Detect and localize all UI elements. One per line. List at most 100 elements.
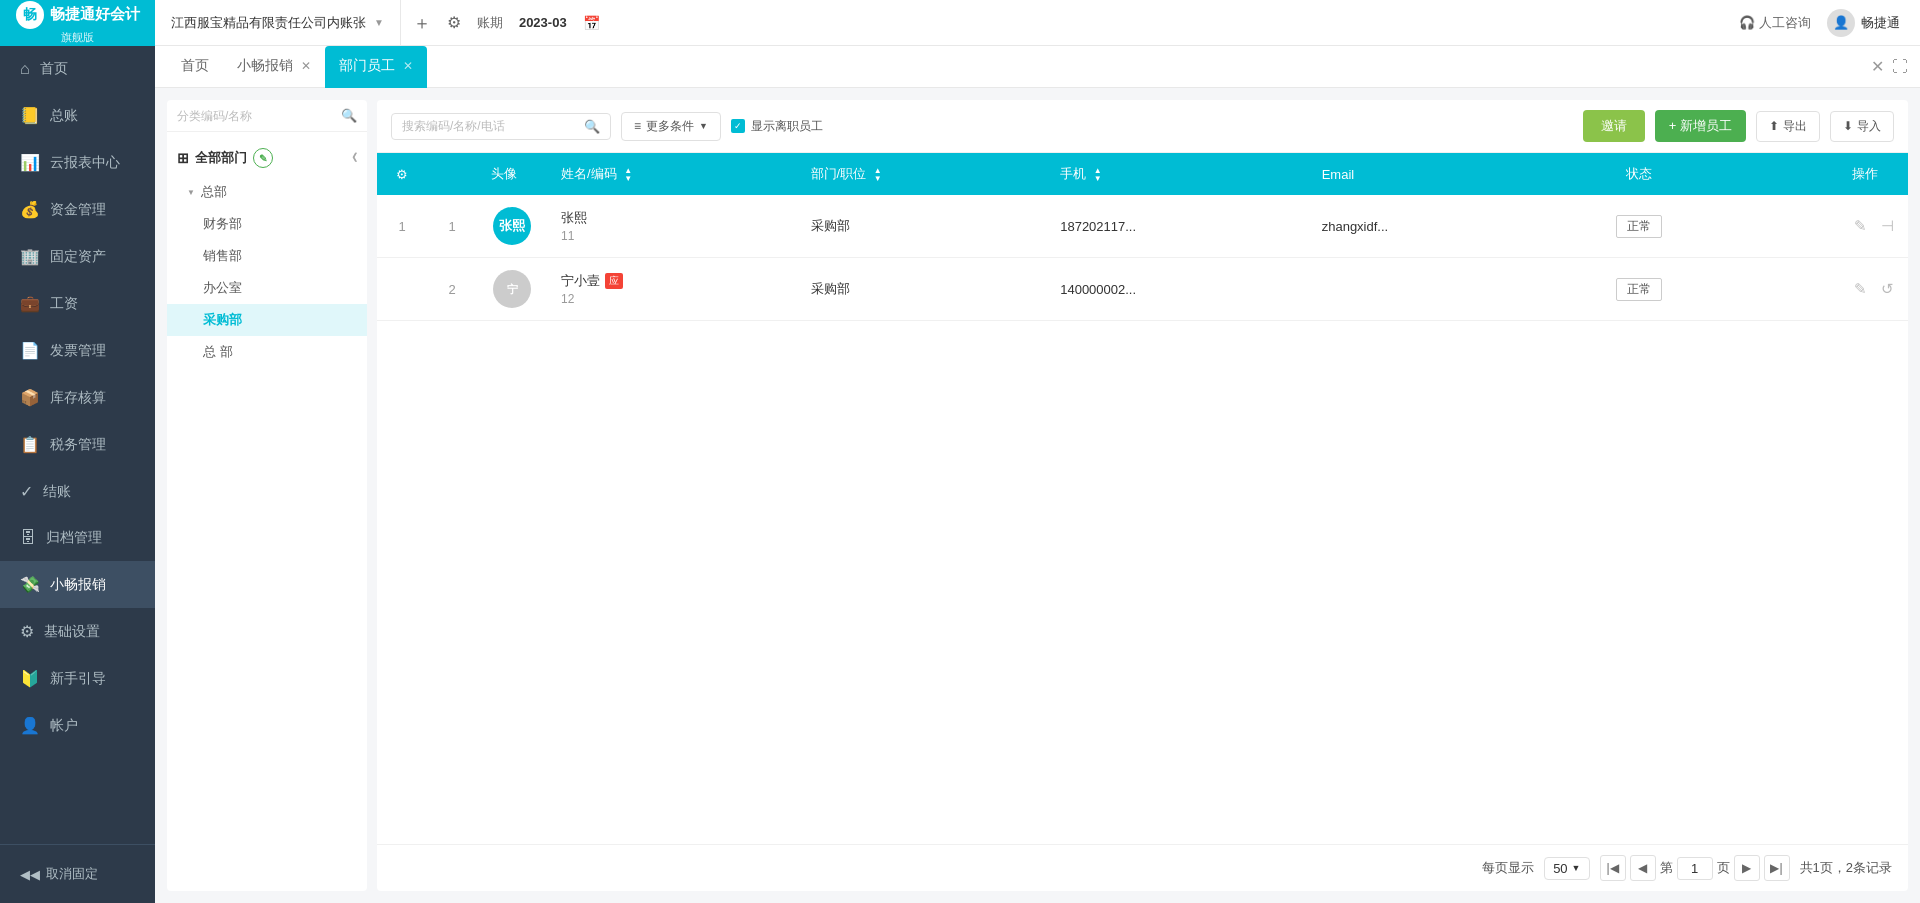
period-label: 账期 xyxy=(477,14,503,32)
sidebar-item-guide[interactable]: 🔰 新手引导 xyxy=(0,655,155,702)
expand-window-button[interactable]: ⛶ xyxy=(1892,58,1908,76)
th-phone[interactable]: 手机 ▲▼ xyxy=(1046,153,1308,195)
page-size-select[interactable]: 50 ▼ xyxy=(1544,857,1589,880)
th-name[interactable]: 姓名/编码 ▲▼ xyxy=(547,153,797,195)
page-label-before: 第 xyxy=(1660,859,1673,877)
last-page-button[interactable]: ▶| xyxy=(1764,855,1790,881)
sidebar-item-invoice[interactable]: 📄 发票管理 xyxy=(0,327,155,374)
row1-edit-icon[interactable]: ✎ xyxy=(1854,217,1867,235)
payroll-icon: 💼 xyxy=(20,294,40,313)
user-area[interactable]: 👤 畅捷通 xyxy=(1827,9,1900,37)
table-row: 1 1 张熙 张熙 11 xyxy=(377,195,1908,258)
tab-expense-close[interactable]: ✕ xyxy=(301,59,311,73)
page-size-label: 每页显示 xyxy=(1482,859,1534,877)
dept-root-label: 全部部门 xyxy=(195,149,247,167)
inventory-icon: 📦 xyxy=(20,388,40,407)
unpin-label: 取消固定 xyxy=(46,865,98,883)
sidebar-item-home[interactable]: ⌂ 首页 xyxy=(0,46,155,92)
import-button[interactable]: ⬇ 导入 xyxy=(1830,111,1894,142)
dept-child-finance-label: 财务部 xyxy=(203,215,242,233)
tab-dept-close[interactable]: ✕ xyxy=(403,59,413,73)
sidebar-label-inventory: 库存核算 xyxy=(50,389,106,407)
dept-search-input[interactable] xyxy=(177,109,335,123)
th-dept[interactable]: 部门/职位 ▲▼ xyxy=(797,153,1047,195)
prev-page-button[interactable]: ◀ xyxy=(1630,855,1656,881)
add-tab-button[interactable]: ＋ xyxy=(413,11,431,35)
service-button[interactable]: 🎧 人工咨询 xyxy=(1739,14,1811,32)
more-filter-button[interactable]: ≡ 更多条件 ▼ xyxy=(621,112,721,141)
sidebar-item-ledger[interactable]: 📒 总账 xyxy=(0,92,155,139)
close-window-button[interactable]: ✕ xyxy=(1871,57,1884,76)
next-page-button[interactable]: ▶ xyxy=(1734,855,1760,881)
logo-icon: 畅 xyxy=(16,1,44,29)
header-right: 🎧 人工咨询 👤 畅捷通 xyxy=(1739,9,1920,37)
capital-icon: 💰 xyxy=(20,200,40,219)
row2-tag: 应 xyxy=(605,273,623,289)
row2-index: 2 xyxy=(427,258,477,321)
resigned-checkbox[interactable]: ✓ xyxy=(731,119,745,133)
company-selector[interactable]: 江西服宝精品有限责任公司内账张 ▼ xyxy=(155,0,401,45)
row1-code: 11 xyxy=(561,229,783,243)
avatar-zhang: 张熙 xyxy=(493,207,531,245)
page-input[interactable] xyxy=(1677,857,1713,880)
export-button[interactable]: ⬆ 导出 xyxy=(1756,111,1820,142)
dept-child-office[interactable]: 办公室 xyxy=(167,272,367,304)
ledger-icon: 📒 xyxy=(20,106,40,125)
invite-button[interactable]: 邀请 xyxy=(1583,110,1645,142)
dept-edit-icon[interactable]: ✎ xyxy=(253,148,273,168)
dept-child-finance[interactable]: 财务部 xyxy=(167,208,367,240)
row1-phone: 187202117... xyxy=(1046,195,1308,258)
sidebar-item-tax[interactable]: 📋 税务管理 xyxy=(0,421,155,468)
invoice-icon: 📄 xyxy=(20,341,40,360)
row2-status-badge: 正常 xyxy=(1616,278,1662,301)
sidebar-item-inventory[interactable]: 📦 库存核算 xyxy=(0,374,155,421)
sidebar-label-xiao: 小畅报销 xyxy=(50,576,106,594)
dept-child-purchase-label: 采购部 xyxy=(203,311,242,329)
first-page-button[interactable]: |◀ xyxy=(1600,855,1626,881)
dept-child-sales-label: 销售部 xyxy=(203,247,242,265)
show-resigned-toggle[interactable]: ✓ 显示离职员工 xyxy=(731,118,823,135)
main-layout: ⌂ 首页 📒 总账 📊 云报表中心 💰 资金管理 🏢 固定资产 💼 工资 📄 发… xyxy=(0,46,1920,903)
sidebar-item-reports[interactable]: 📊 云报表中心 xyxy=(0,139,155,186)
sidebar-label-assets: 固定资产 xyxy=(50,248,106,266)
filter-arrow-icon: ▼ xyxy=(699,121,708,131)
import-icon: ⬇ xyxy=(1843,119,1853,133)
company-name: 江西服宝精品有限责任公司内账张 xyxy=(171,14,366,32)
row1-dept: 采购部 xyxy=(797,195,1047,258)
row2-edit-icon[interactable]: ✎ xyxy=(1854,280,1867,298)
sidebar-item-account[interactable]: 👤 帐户 xyxy=(0,702,155,749)
row2-code: 12 xyxy=(561,292,783,306)
account-icon: 👤 xyxy=(20,716,40,735)
dept-child-sales[interactable]: 销售部 xyxy=(167,240,367,272)
dept-child-hqsub[interactable]: 总 部 xyxy=(167,336,367,368)
sidebar-item-payroll[interactable]: 💼 工资 xyxy=(0,280,155,327)
add-employee-button[interactable]: + 新增员工 xyxy=(1655,110,1746,142)
reports-icon: 📊 xyxy=(20,153,40,172)
sidebar-item-close[interactable]: ✓ 结账 xyxy=(0,468,155,515)
unpin-button[interactable]: ◀◀ 取消固定 xyxy=(0,855,155,893)
sidebar-item-xiao[interactable]: 💸 小畅报销 xyxy=(0,561,155,608)
sidebar-item-archive[interactable]: 🗄 归档管理 xyxy=(0,515,155,561)
dept-parent-hq[interactable]: 总部 xyxy=(167,176,367,208)
employee-search-input[interactable] xyxy=(402,119,578,133)
employee-table: ⚙ 头像 姓名/编码 ▲▼ 部门/职位 xyxy=(377,153,1908,321)
tab-home[interactable]: 首页 xyxy=(167,46,223,88)
calendar-icon[interactable]: 📅 xyxy=(583,15,600,31)
dept-root-all[interactable]: ⊞ 全部部门 ✎ 《 xyxy=(167,140,367,176)
sidebar-item-assets[interactable]: 🏢 固定资产 xyxy=(0,233,155,280)
top-header: 畅 畅捷通好会计 旗舰版 江西服宝精品有限责任公司内账张 ▼ ＋ ⚙ 账期 20… xyxy=(0,0,1920,46)
sidebar-item-capital[interactable]: 💰 资金管理 xyxy=(0,186,155,233)
tab-expense-label: 小畅报销 xyxy=(237,57,293,75)
th-settings[interactable]: ⚙ xyxy=(377,153,427,195)
tab-dept[interactable]: 部门员工 ✕ xyxy=(325,46,427,88)
row1-logout-icon[interactable]: ⊣ xyxy=(1881,217,1894,235)
settings-gear-icon[interactable]: ⚙ xyxy=(447,13,461,32)
dept-search-icon: 🔍 xyxy=(341,108,357,123)
sidebar-item-settings[interactable]: ⚙ 基础设置 xyxy=(0,608,155,655)
dept-child-purchase[interactable]: 采购部 xyxy=(167,304,367,336)
row2-ops: ✎ ↺ xyxy=(1732,258,1908,321)
tab-expense[interactable]: 小畅报销 ✕ xyxy=(223,46,325,88)
toolbar-right: 邀请 + 新增员工 ⬆ 导出 ⬇ 导入 xyxy=(1583,110,1894,142)
row2-delete-icon[interactable]: ↺ xyxy=(1881,280,1894,298)
sidebar-label-ledger: 总账 xyxy=(50,107,78,125)
